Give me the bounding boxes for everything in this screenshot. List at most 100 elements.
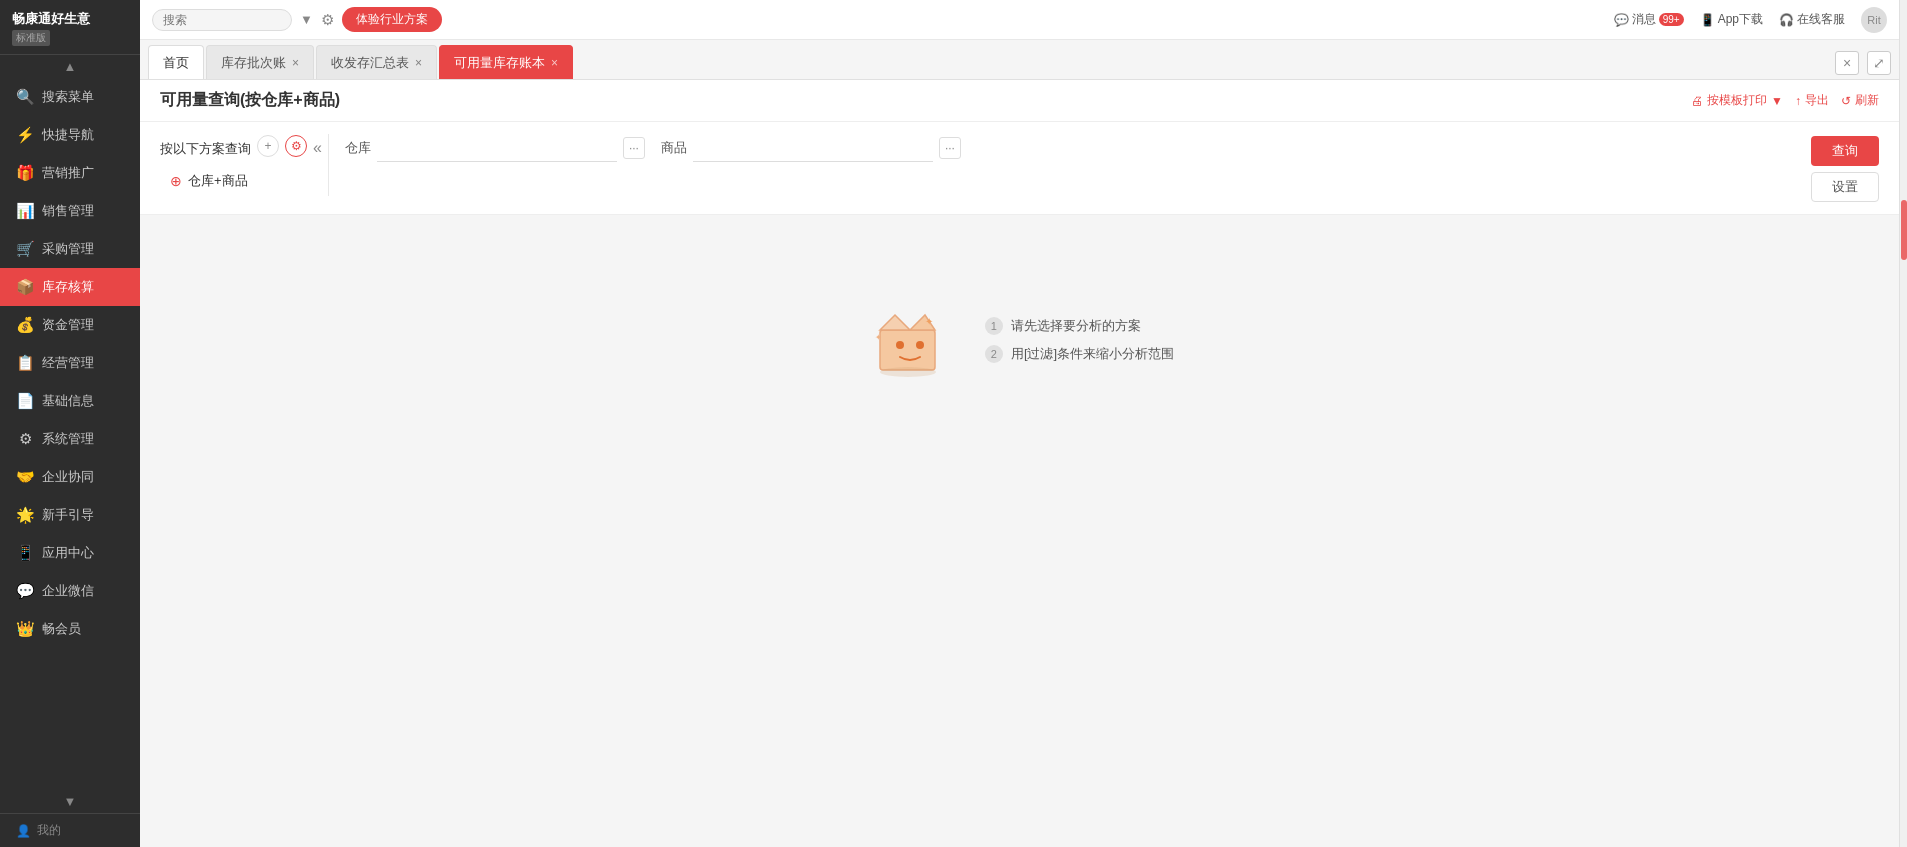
refresh-icon: ↺ <box>1841 94 1851 108</box>
sidebar-bottom: 👤 我的 <box>0 813 140 847</box>
right-actions: 查询 设置 <box>1811 134 1879 202</box>
sidebar-item-inventory[interactable]: 📦库存核算 <box>0 268 140 306</box>
svg-point-5 <box>880 367 936 377</box>
sidebar-icon-newbie: 🌟 <box>16 506 34 524</box>
print-dropdown-icon: ▼ <box>1771 94 1783 108</box>
scheme-label: 按以下方案查询 <box>160 134 251 158</box>
svg-text:✦: ✦ <box>875 333 882 342</box>
user-avatar[interactable]: Rit <box>1861 7 1887 33</box>
sidebar-label-search: 搜索菜单 <box>42 88 94 106</box>
sidebar-item-basic[interactable]: 📄基础信息 <box>0 382 140 420</box>
tab-batch-account[interactable]: 库存批次账 × <box>206 45 314 79</box>
scroll-down-btn[interactable]: ▼ <box>0 790 140 813</box>
product-input[interactable] <box>693 134 933 162</box>
close-available-stock-icon[interactable]: × <box>551 56 558 70</box>
sidebar-label-finance: 资金管理 <box>42 316 94 334</box>
sidebar-item-finance[interactable]: 💰 资金管理 <box>0 306 140 344</box>
sidebar-item-operations[interactable]: 📋经营管理 <box>0 344 140 382</box>
page-title: 可用量查询(按仓库+商品) <box>160 90 340 111</box>
available-stock-label: 可用量库存账本 <box>454 54 545 72</box>
close-tab-btn[interactable]: × <box>1835 51 1859 75</box>
expand-btn[interactable]: ⤢ <box>1867 51 1891 75</box>
export-icon: ↑ <box>1795 94 1801 108</box>
sidebar-item-newbie[interactable]: 🌟 新手引导 <box>0 496 140 534</box>
sidebar-label-sales: 销售管理 <box>42 202 94 220</box>
empty-illustration: ✦ ✦ <box>865 295 955 385</box>
print-btn[interactable]: 🖨 按模板打印 ▼ <box>1691 92 1783 109</box>
sidebar-icon-purchase: 🛒 <box>16 240 34 258</box>
add-scheme-btn[interactable]: + <box>257 135 279 157</box>
query-btn[interactable]: 查询 <box>1811 136 1879 166</box>
batch-account-label: 库存批次账 <box>221 54 286 72</box>
sidebar-item-appstore[interactable]: 📱应用中心 <box>0 534 140 572</box>
sidebar-item-search[interactable]: 🔍搜索菜单 <box>0 78 140 116</box>
warehouse-input[interactable] <box>377 134 617 162</box>
print-label: 按模板打印 <box>1707 92 1767 109</box>
sidebar-item-system[interactable]: ⚙ 系统管理 <box>0 420 140 458</box>
settings-btn[interactable]: 设置 <box>1811 172 1879 202</box>
trial-btn[interactable]: 体验行业方案 <box>342 7 442 32</box>
scroll-up-btn[interactable]: ▲ <box>0 55 140 78</box>
sidebar-label-shortcut: 快捷导航 <box>42 126 94 144</box>
sidebar-label-basic: 基础信息 <box>42 392 94 410</box>
scheme-warehouse-product[interactable]: ⊕ 仓库+商品 <box>160 166 258 196</box>
scheme-item-label: 仓库+商品 <box>188 172 248 190</box>
main-area: ▼ ⚙ 体验行业方案 💬 消息 99+ 📱 App下载 🎧 在线客服 Rit <box>140 0 1899 847</box>
sidebar-item-shortcut[interactable]: ⚡ 快捷导航 <box>0 116 140 154</box>
collapse-btn[interactable]: « <box>313 135 322 157</box>
sidebar-label-system: 系统管理 <box>42 430 94 448</box>
sidebar-icon-shortcut: ⚡ <box>16 126 34 144</box>
sidebar-item-purchase[interactable]: 🛒采购管理 <box>0 230 140 268</box>
messages-btn[interactable]: 💬 消息 99+ <box>1614 11 1684 28</box>
close-batch-account-icon[interactable]: × <box>292 56 299 70</box>
refresh-btn[interactable]: ↺ 刷新 <box>1841 92 1879 109</box>
export-label: 导出 <box>1805 92 1829 109</box>
settings-icon[interactable]: ⚙ <box>321 11 334 29</box>
online-service-btn[interactable]: 🎧 在线客服 <box>1779 11 1845 28</box>
export-btn[interactable]: ↑ 导出 <box>1795 92 1829 109</box>
tab-home[interactable]: 首页 <box>148 45 204 79</box>
app-download-btn[interactable]: 📱 App下载 <box>1700 11 1763 28</box>
topbar: ▼ ⚙ 体验行业方案 💬 消息 99+ 📱 App下载 🎧 在线客服 Rit <box>140 0 1899 40</box>
product-label: 商品 <box>661 139 687 157</box>
tab-available-stock[interactable]: 可用量库存账本 × <box>439 45 573 79</box>
sidebar-label-wechat: 企业微信 <box>42 582 94 600</box>
sidebar-bottom-icon: 👤 <box>16 824 31 838</box>
page-header: 可用量查询(按仓库+商品) 🖨 按模板打印 ▼ ↑ 导出 ↺ 刷新 <box>140 80 1899 122</box>
close-receive-total-icon[interactable]: × <box>415 56 422 70</box>
sidebar-item-sales[interactable]: 📊销售管理 <box>0 192 140 230</box>
sidebar-item-wechat[interactable]: 💬企业微信 <box>0 572 140 610</box>
search-input[interactable] <box>152 9 292 31</box>
product-more-btn[interactable]: ··· <box>939 137 961 159</box>
sidebar-item-cooperation[interactable]: 🤝企业协同 <box>0 458 140 496</box>
tip-text-2: 用[过滤]条件来缩小分析范围 <box>1011 345 1174 363</box>
sidebar-icon-cooperation: 🤝 <box>16 468 34 486</box>
topbar-right: 💬 消息 99+ 📱 App下载 🎧 在线客服 Rit <box>1614 7 1887 33</box>
sidebar-label-inventory: 库存核算 <box>42 278 94 296</box>
sidebar-label-newbie: 新手引导 <box>42 506 94 524</box>
sidebar-icon-finance: 💰 <box>16 316 34 334</box>
sidebar-label-marketing: 营销推广 <box>42 164 94 182</box>
svg-rect-0 <box>880 330 935 370</box>
page-actions: 🖨 按模板打印 ▼ ↑ 导出 ↺ 刷新 <box>1691 92 1879 109</box>
empty-inner: ✦ ✦ 1请先选择要分析的方案2用[过滤]条件来缩小分析范围 <box>865 295 1174 385</box>
message-icon: 💬 <box>1614 13 1629 27</box>
filter-row-1: 仓库 ··· 商品 ··· <box>345 134 1795 162</box>
right-edge-handle <box>1901 200 1907 260</box>
tab-receive-total[interactable]: 收发存汇总表 × <box>316 45 437 79</box>
sidebar-item-membership[interactable]: 👑畅会员 <box>0 610 140 648</box>
empty-tip-2: 2用[过滤]条件来缩小分析范围 <box>985 345 1174 363</box>
dropdown-icon[interactable]: ▼ <box>300 12 313 27</box>
messages-badge: 99+ <box>1659 13 1684 26</box>
sidebar-label-membership: 畅会员 <box>42 620 81 638</box>
sidebar-item-marketing[interactable]: 🎁营销推广 <box>0 154 140 192</box>
receive-total-label: 收发存汇总表 <box>331 54 409 72</box>
phone-icon: 📱 <box>1700 13 1715 27</box>
sidebar-icon-system: ⚙ <box>16 430 34 448</box>
svg-point-2 <box>916 341 924 349</box>
warehouse-more-btn[interactable]: ··· <box>623 137 645 159</box>
sidebar-bottom-label: 我的 <box>37 822 61 839</box>
query-section: 按以下方案查询 + ⚙ « ⊕ 仓库+商品 仓库 <box>140 122 1899 215</box>
tip-num-1: 1 <box>985 317 1003 335</box>
scheme-settings-btn[interactable]: ⚙ <box>285 135 307 157</box>
